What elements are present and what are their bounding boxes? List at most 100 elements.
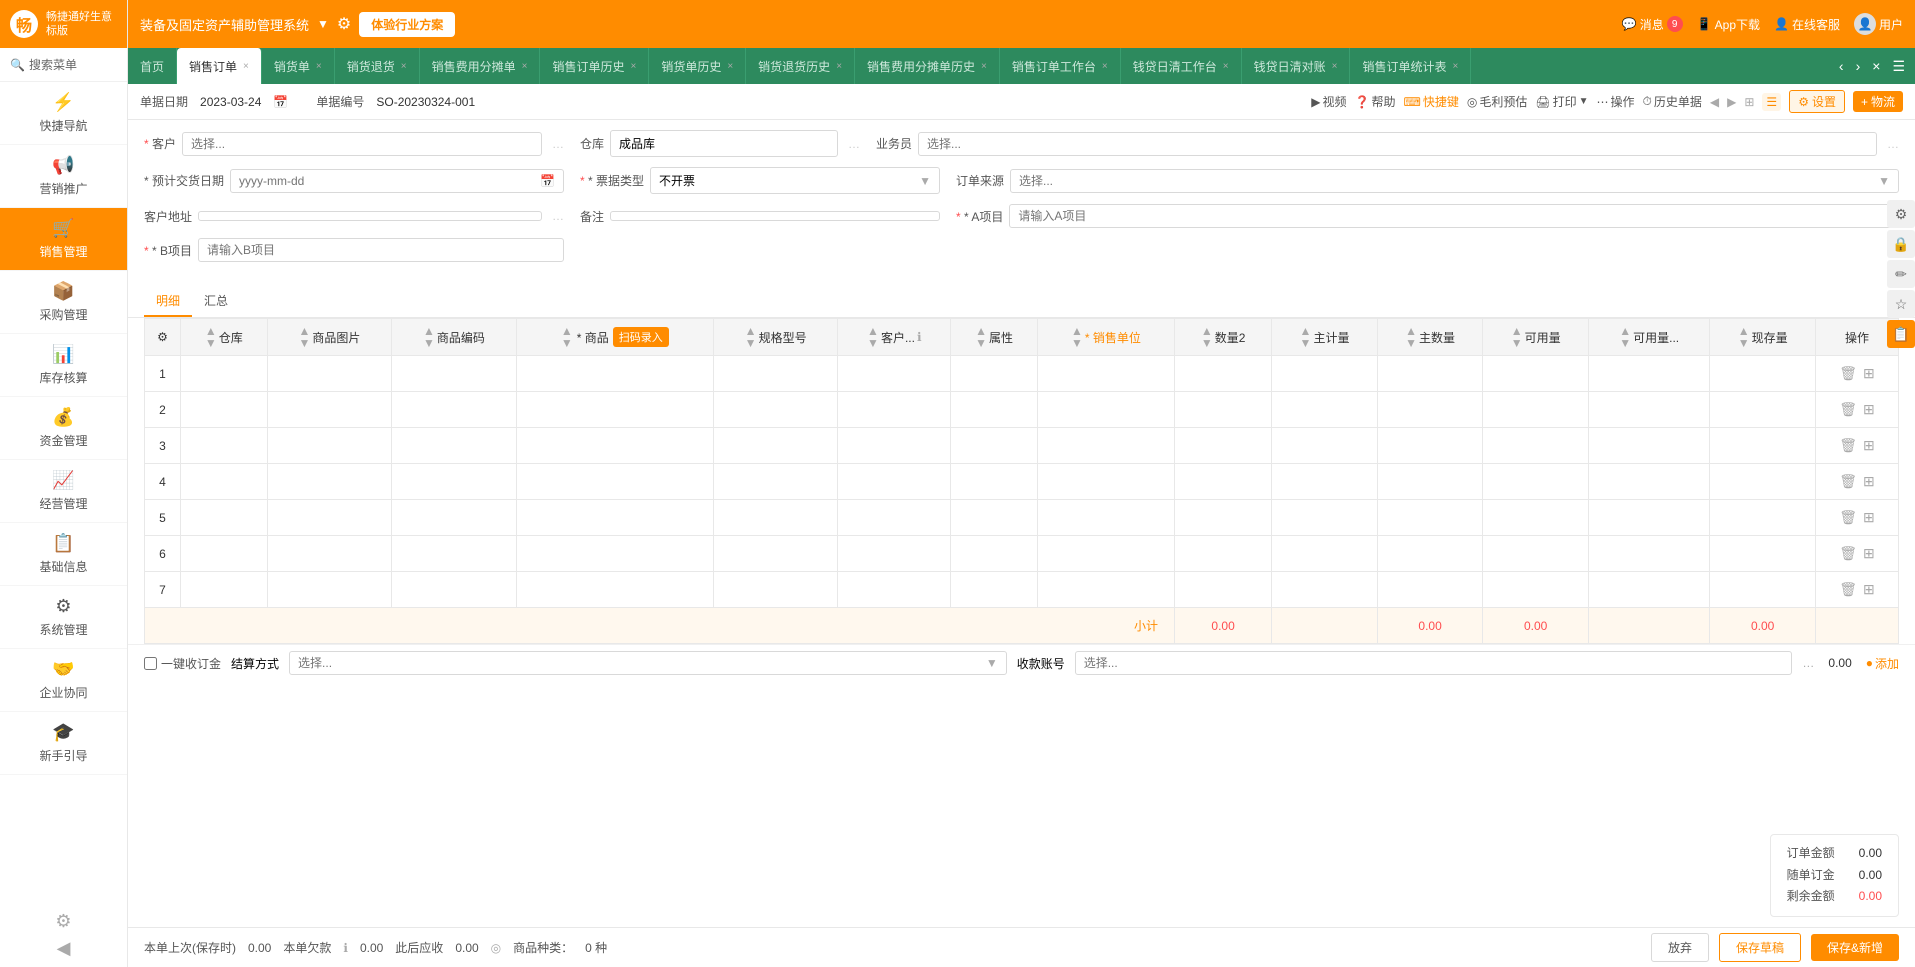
sidebar-item-system[interactable]: ⚙ 系统管理 [0, 586, 127, 649]
row-img-2[interactable] [267, 392, 392, 428]
row-warehouse-4[interactable] [181, 464, 268, 500]
tab-sales-expense[interactable]: 销售费用分摊单 × [420, 48, 541, 84]
tabs-close-all[interactable]: × [1868, 58, 1884, 74]
tab-return-history-close[interactable]: × [836, 61, 842, 72]
b-project-input[interactable] [207, 243, 555, 257]
sort-available2[interactable]: ▲▼ [1619, 325, 1631, 349]
row-img-7[interactable] [267, 572, 392, 608]
help-btn[interactable]: ❓ 帮助 [1355, 93, 1396, 110]
delivery-input-wrap[interactable]: 📅 [230, 169, 564, 193]
tab-goods-history[interactable]: 销货单历史 × [649, 48, 746, 84]
row-img-5[interactable] [267, 500, 392, 536]
col-code[interactable]: ▲▼ 商品编码 [392, 319, 517, 356]
topbar-dropdown-icon[interactable]: ▼ [317, 17, 329, 31]
row-code-2[interactable] [392, 392, 517, 428]
discard-btn[interactable]: 放弃 [1651, 933, 1709, 962]
row-available2-7[interactable] [1588, 572, 1709, 608]
row-spec-3[interactable] [713, 428, 838, 464]
row-available2-3[interactable] [1588, 428, 1709, 464]
row-copy-7[interactable]: ⊞ [1863, 581, 1875, 598]
sort-available[interactable]: ▲▼ [1511, 325, 1523, 349]
row-stock-6[interactable] [1710, 536, 1816, 572]
tab-sales-return-close[interactable]: × [401, 61, 407, 72]
sort-stock[interactable]: ▲▼ [1738, 325, 1750, 349]
row-available-3[interactable] [1483, 428, 1589, 464]
col-main-qty[interactable]: ▲▼ 主数量 [1377, 319, 1483, 356]
row-stock-2[interactable] [1710, 392, 1816, 428]
row-main-qty-5[interactable] [1377, 500, 1483, 536]
row-stock-3[interactable] [1710, 428, 1816, 464]
scan-btn[interactable]: 扫码录入 [613, 327, 669, 347]
row-available2-4[interactable] [1588, 464, 1709, 500]
row-copy-6[interactable]: ⊞ [1863, 545, 1875, 562]
delivery-input[interactable] [239, 174, 540, 188]
row-product-5[interactable] [516, 500, 713, 536]
row-product-3[interactable] [516, 428, 713, 464]
customer-input[interactable] [191, 137, 533, 151]
row-main-unit-1[interactable] [1272, 356, 1378, 392]
tab-workbench-close[interactable]: × [1102, 61, 1108, 72]
col-customer-code[interactable]: ▲▼ 客户... ℹ [838, 319, 951, 356]
row-customer-code-1[interactable] [838, 356, 951, 392]
row-unit-1[interactable] [1037, 356, 1174, 392]
sidebar-item-finance[interactable]: 💰 资金管理 [0, 397, 127, 460]
info-icon[interactable]: ℹ [917, 330, 922, 344]
row-attr-7[interactable] [951, 572, 1038, 608]
staff-input-wrap[interactable] [918, 132, 1877, 156]
row-qty2-4[interactable] [1175, 464, 1272, 500]
deposit-checkbox-label[interactable]: 一键收订金 [144, 655, 221, 672]
sidebar-settings-icon[interactable]: ⚙ [55, 911, 71, 932]
row-attr-6[interactable] [951, 536, 1038, 572]
row-main-qty-7[interactable] [1377, 572, 1483, 608]
shortcut-btn[interactable]: ⌨ 快捷键 [1403, 93, 1458, 110]
row-delete-3[interactable]: 🗑 [1839, 437, 1857, 454]
row-spec-2[interactable] [713, 392, 838, 428]
col-attr[interactable]: ▲▼ 属性 [951, 319, 1038, 356]
view-btn[interactable]: ▶ 视频 [1311, 93, 1346, 110]
method-input[interactable] [298, 656, 986, 670]
invoice-input-wrap[interactable]: 不开票 ▼ [650, 167, 940, 194]
col-available[interactable]: ▲▼ 可用量 [1483, 319, 1589, 356]
tab-sales-goods-close[interactable]: × [316, 61, 322, 72]
tabs-more[interactable]: ☰ [1888, 58, 1909, 75]
row-copy-3[interactable]: ⊞ [1863, 437, 1875, 454]
row-copy-1[interactable]: ⊞ [1863, 365, 1875, 382]
remark-input-wrap[interactable] [610, 211, 940, 221]
app-download-btn[interactable]: 📱 App下载 [1697, 16, 1760, 33]
tabs-next-arrow[interactable]: › [1852, 58, 1865, 74]
goods-count-icon[interactable]: ◎ [491, 941, 501, 955]
tab-reconcile[interactable]: 钱贷日清对账 × [1242, 48, 1351, 84]
col-spec[interactable]: ▲▼ 规格型号 [713, 319, 838, 356]
settings-btn[interactable]: ⚙ 设置 [1789, 90, 1845, 113]
row-stock-7[interactable] [1710, 572, 1816, 608]
row-available-4[interactable] [1483, 464, 1589, 500]
save-new-btn[interactable]: 保存&新增 [1811, 934, 1899, 961]
order-source-input[interactable] [1019, 174, 1878, 188]
account-select-wrap[interactable] [1075, 651, 1793, 675]
row-available2-6[interactable] [1588, 536, 1709, 572]
sidebar-item-inventory[interactable]: 📊 库存核算 [0, 334, 127, 397]
row-customer-code-2[interactable] [838, 392, 951, 428]
row-main-qty-3[interactable] [1377, 428, 1483, 464]
sort-unit[interactable]: ▲▼ [1071, 325, 1083, 349]
sort-main-unit[interactable]: ▲▼ [1300, 325, 1312, 349]
row-spec-1[interactable] [713, 356, 838, 392]
profit-btn[interactable]: ◎ 毛利预估 [1467, 93, 1528, 110]
col-qty2[interactable]: ▲▼ 数量2 [1175, 319, 1272, 356]
sort-warehouse[interactable]: ▲▼ [205, 325, 217, 349]
row-delete-7[interactable]: 🗑 [1839, 581, 1857, 598]
tab-daily-clear-close[interactable]: × [1223, 61, 1229, 72]
row-unit-3[interactable] [1037, 428, 1174, 464]
info-icon-bottom[interactable]: ℹ [343, 941, 348, 955]
row-img-3[interactable] [267, 428, 392, 464]
print-btn[interactable]: 🖨 打印 ▼ [1535, 93, 1588, 110]
customer-input-wrap[interactable] [182, 132, 542, 156]
row-code-1[interactable] [392, 356, 517, 392]
save-draft-btn[interactable]: 保存草稿 [1719, 933, 1801, 962]
tab-sales-order-history[interactable]: 销售订单历史 × [540, 48, 649, 84]
tab-sales-return[interactable]: 销货退货 × [335, 48, 420, 84]
col-available2[interactable]: ▲▼ 可用量... [1588, 319, 1709, 356]
account-input[interactable] [1084, 656, 1784, 670]
row-qty2-1[interactable] [1175, 356, 1272, 392]
row-customer-code-5[interactable] [838, 500, 951, 536]
